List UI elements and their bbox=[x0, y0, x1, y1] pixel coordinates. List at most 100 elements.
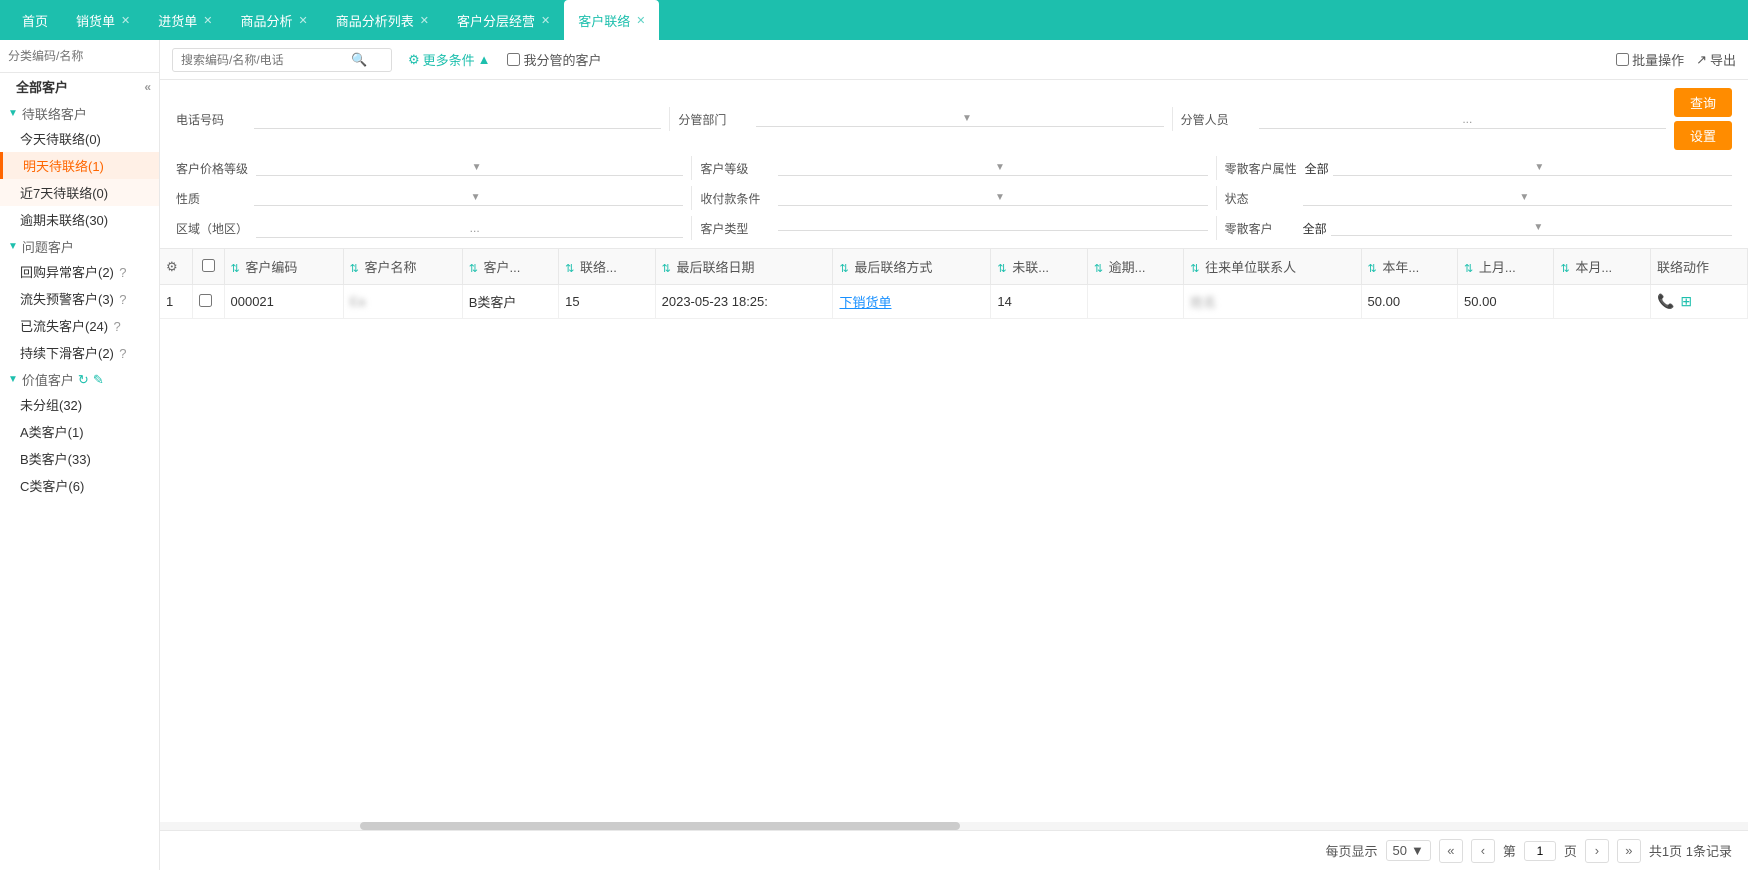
my-customers-check[interactable] bbox=[507, 53, 520, 66]
th-last-contact-date: ⇅ 最后联络日期 bbox=[655, 249, 833, 285]
nav-purchase-order[interactable]: 进货单 ✕ bbox=[144, 0, 226, 40]
search-icon[interactable]: 🔍 bbox=[351, 52, 367, 68]
collapse-icon[interactable]: « bbox=[144, 80, 151, 94]
td-index: 1 bbox=[160, 285, 192, 319]
sidebar-item-abnormal-repurchase[interactable]: 回购异常客户(2) ? bbox=[0, 258, 159, 285]
chevron-up-icon: ▲ bbox=[478, 52, 491, 67]
chevron-down-icon: ▼ bbox=[995, 162, 1204, 173]
chevron-down-icon: ▼ bbox=[472, 162, 680, 173]
sidebar-item-c-class[interactable]: C类客户(6) bbox=[0, 472, 159, 499]
area-select[interactable]: ... bbox=[256, 219, 683, 238]
close-icon[interactable]: ✕ bbox=[121, 14, 130, 27]
next-page-btn[interactable]: › bbox=[1585, 839, 1609, 863]
search-box[interactable]: 🔍 bbox=[172, 48, 392, 72]
sidebar-item-today-contact[interactable]: 今天待联络(0) bbox=[0, 125, 159, 152]
close-icon[interactable]: ✕ bbox=[299, 14, 308, 27]
nav-customer-tiering[interactable]: 客户分层经营 ✕ bbox=[443, 0, 564, 40]
th-gear[interactable]: ⚙ bbox=[160, 249, 192, 285]
help-icon: ? bbox=[119, 265, 126, 280]
filter-customer-type: 客户类型 bbox=[700, 220, 1207, 237]
sidebar-item-ungrouped[interactable]: 未分组(32) bbox=[0, 391, 159, 418]
retail-attr-select[interactable]: ▼ bbox=[1333, 160, 1732, 176]
phone-action-icon[interactable]: 📞 bbox=[1657, 293, 1674, 310]
sidebar-item-churned[interactable]: 已流失客户(24) ? bbox=[0, 312, 159, 339]
batch-checkbox[interactable] bbox=[1616, 53, 1629, 66]
prev-page-btn[interactable]: ‹ bbox=[1471, 839, 1495, 863]
triangle-icon: ▼ bbox=[8, 108, 18, 119]
filter-btn[interactable]: ⚙ 更多条件 ▲ bbox=[400, 46, 499, 73]
sort-icon: ⇅ bbox=[1560, 263, 1569, 275]
sidebar-search-input[interactable] bbox=[8, 49, 160, 63]
gender-select[interactable]: ▼ bbox=[254, 190, 683, 206]
th-last-month: ⇅ 上月... bbox=[1458, 249, 1554, 285]
customer-level-select[interactable]: ▼ bbox=[778, 160, 1207, 176]
td-code: 000021 bbox=[224, 285, 343, 319]
page-size-select[interactable]: 50 ▼ bbox=[1386, 840, 1431, 861]
horizontal-scrollbar[interactable] bbox=[160, 822, 1748, 830]
nav-product-analysis[interactable]: 商品分析 ✕ bbox=[226, 0, 321, 40]
sidebar-item-churn-warning[interactable]: 流失预警客户(3) ? bbox=[0, 285, 159, 312]
chevron-down-icon: ▼ bbox=[471, 192, 680, 203]
td-last-contact-way: 下销货单 bbox=[833, 285, 991, 319]
last-page-btn[interactable]: » bbox=[1617, 839, 1641, 863]
page-size-label: 每页显示 bbox=[1326, 841, 1378, 860]
filter-status: 状态 ▼ bbox=[1225, 190, 1732, 207]
my-customers-checkbox[interactable]: 我分管的客户 bbox=[507, 50, 602, 69]
customer-type-select[interactable] bbox=[778, 226, 1207, 231]
grid-action-icon[interactable]: ⊞ bbox=[1680, 293, 1692, 310]
th-unit-contact: ⇅ 往来单位联系人 bbox=[1184, 249, 1361, 285]
customer-table: ⚙ ⇅ 客户编码 ⇅ 客户名称 bbox=[160, 249, 1748, 319]
sort-icon: ⇅ bbox=[469, 263, 478, 275]
sort-icon: ⇅ bbox=[350, 263, 359, 275]
filter-dept: 分管部门 ▼ bbox=[678, 111, 1163, 128]
filter-row-2: 客户价格等级 ▼ 客户等级 ▼ 零散客户属性 bbox=[176, 156, 1732, 180]
scrollbar-thumb[interactable] bbox=[360, 822, 960, 830]
sidebar-item-declining[interactable]: 持续下滑客户(2) ? bbox=[0, 339, 159, 366]
manager-select[interactable]: ... bbox=[1259, 110, 1666, 129]
chevron-down-icon: ▼ bbox=[1534, 162, 1728, 173]
payment-select[interactable]: ▼ bbox=[778, 190, 1207, 206]
sort-icon: ⇅ bbox=[565, 263, 574, 275]
contact-way-link[interactable]: 下销货单 bbox=[839, 295, 891, 310]
chevron-down-icon: ▼ bbox=[1411, 843, 1424, 858]
retail-customer-select[interactable]: ▼ bbox=[1331, 220, 1732, 236]
th-code: ⇅ 客户编码 bbox=[224, 249, 343, 285]
edit-icon[interactable]: ✎ bbox=[93, 372, 104, 388]
close-icon[interactable]: ✕ bbox=[541, 14, 550, 27]
gear-icon[interactable]: ⚙ bbox=[166, 259, 178, 274]
search-input[interactable] bbox=[181, 53, 351, 67]
page-number-input[interactable] bbox=[1524, 841, 1556, 861]
sidebar-item-b-class[interactable]: B类客户(33) bbox=[0, 445, 159, 472]
sidebar-item-overdue-contact[interactable]: 逾期未联络(30) bbox=[0, 206, 159, 233]
batch-operation-btn[interactable]: 批量操作 bbox=[1616, 50, 1684, 69]
first-page-btn[interactable]: « bbox=[1439, 839, 1463, 863]
nav-customer-contact[interactable]: 客户联络 ✕ bbox=[564, 0, 659, 40]
phone-input[interactable] bbox=[254, 110, 661, 129]
th-this-month: ⇅ 本月... bbox=[1554, 249, 1650, 285]
nav-sales-order[interactable]: 销货单 ✕ bbox=[62, 0, 144, 40]
export-btn[interactable]: ↗ 导出 bbox=[1696, 50, 1736, 69]
sidebar-all-customers[interactable]: 全部客户 « bbox=[0, 73, 159, 100]
close-icon[interactable]: ✕ bbox=[636, 14, 645, 27]
close-icon[interactable]: ✕ bbox=[420, 14, 429, 27]
help-icon: ? bbox=[119, 346, 126, 361]
sidebar-item-week-contact[interactable]: 近7天待联络(0) bbox=[0, 179, 159, 206]
status-select[interactable]: ▼ bbox=[1303, 190, 1732, 206]
row-checkbox[interactable] bbox=[199, 294, 212, 307]
dept-select[interactable]: ▼ bbox=[756, 111, 1163, 127]
sidebar-group-pending[interactable]: ▼ 待联络客户 bbox=[0, 100, 159, 125]
sidebar-item-a-class[interactable]: A类客户(1) bbox=[0, 418, 159, 445]
nav-home[interactable]: 首页 bbox=[8, 0, 62, 40]
query-button[interactable]: 查询 bbox=[1674, 88, 1732, 117]
sidebar-group-value[interactable]: ▼ 价值客户 ↻ ✎ bbox=[0, 366, 159, 391]
price-level-select[interactable]: ▼ bbox=[256, 160, 683, 176]
reset-button[interactable]: 设置 bbox=[1674, 121, 1732, 150]
sidebar-item-tomorrow-contact[interactable]: 明天待联络(1) bbox=[0, 152, 159, 179]
refresh-icon[interactable]: ↻ bbox=[78, 372, 89, 388]
triangle-icon: ▼ bbox=[8, 241, 18, 252]
sidebar-group-problem[interactable]: ▼ 问题客户 bbox=[0, 233, 159, 258]
nav-product-analysis-list[interactable]: 商品分析列表 ✕ bbox=[322, 0, 443, 40]
select-all-checkbox[interactable] bbox=[202, 259, 215, 272]
table-header-row: ⚙ ⇅ 客户编码 ⇅ 客户名称 bbox=[160, 249, 1748, 285]
close-icon[interactable]: ✕ bbox=[203, 14, 212, 27]
